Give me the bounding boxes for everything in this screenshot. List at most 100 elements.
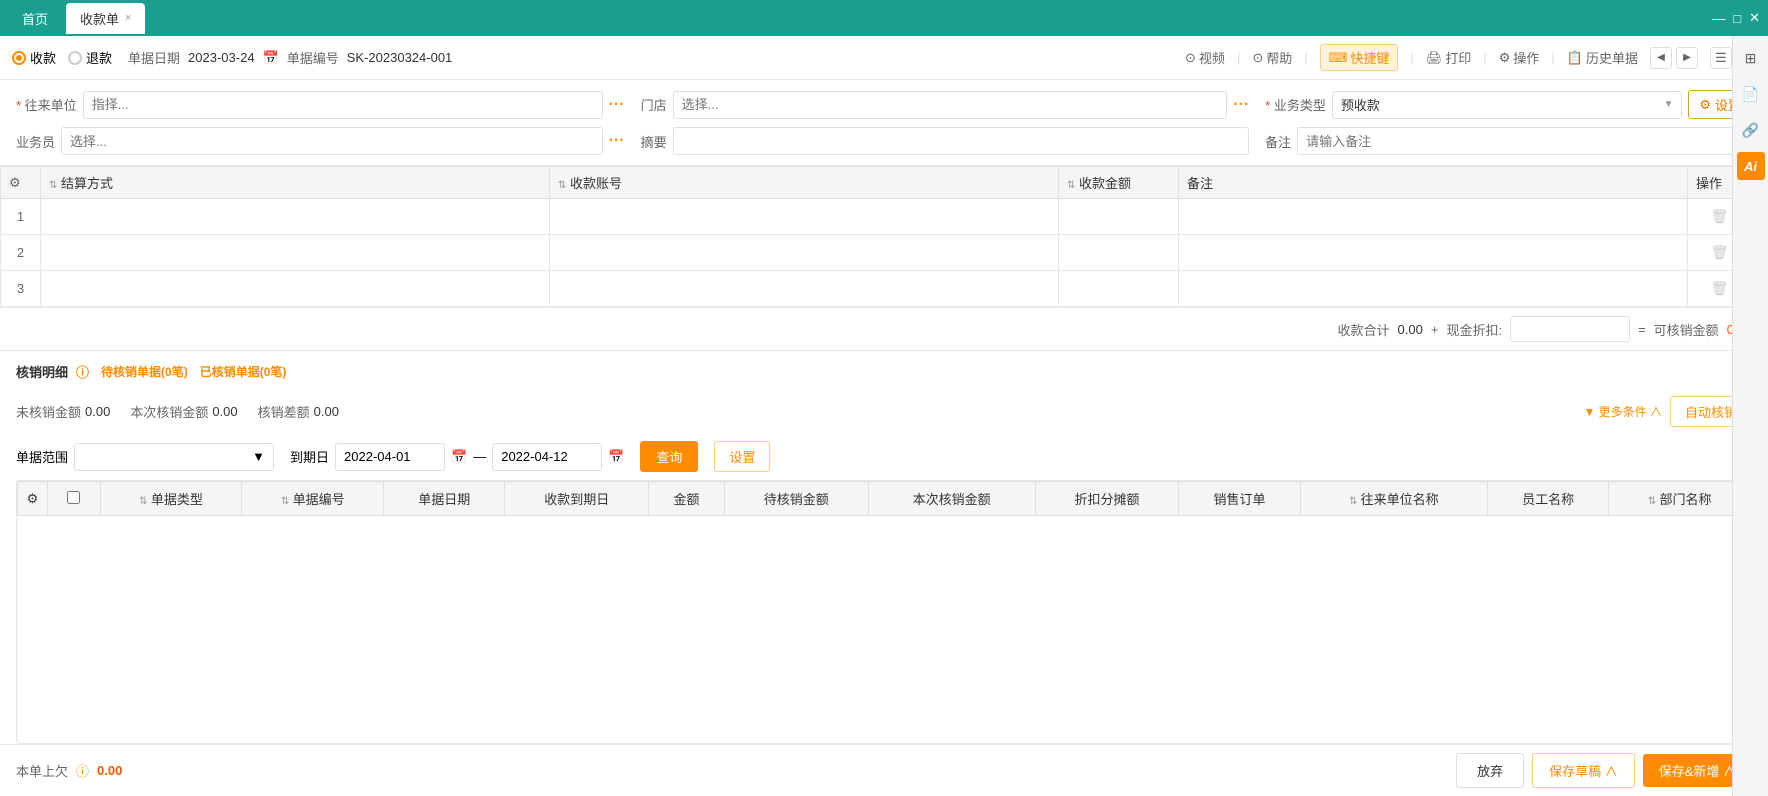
settlement-cell-2[interactable] (41, 235, 550, 271)
account-cell-2[interactable] (550, 235, 1059, 271)
sidebar-table-icon[interactable]: ⊞ (1737, 44, 1765, 72)
sidebar-cursor-icon[interactable]: Ai (1737, 152, 1765, 180)
select-all-checkbox[interactable] (67, 491, 80, 504)
note-input[interactable] (1297, 127, 1752, 155)
tab-current[interactable]: 收款单 × (66, 3, 145, 34)
settlement-input-1[interactable] (41, 199, 549, 234)
sidebar-document-icon[interactable]: 📄 (1737, 80, 1765, 108)
query-button[interactable]: 查询 (640, 441, 698, 472)
operations-btn[interactable]: ⚙ 操作 (1499, 48, 1540, 67)
sort-icon2: ⇅ (558, 180, 566, 191)
prev-arrow[interactable]: ◀ (1650, 47, 1672, 69)
account-cell-1[interactable] (550, 199, 1059, 235)
note-input-3[interactable] (1179, 271, 1687, 306)
staff-input[interactable] (61, 127, 603, 155)
table-gear-icon[interactable]: ⚙ (9, 175, 21, 190)
save-new-label: 保存&新增 ∧ (1659, 761, 1736, 780)
doc-number-header: ⇅ 单据编号 (242, 482, 384, 516)
account-input-2[interactable] (550, 235, 1058, 270)
account-input-1[interactable] (550, 199, 1058, 234)
date-to-input[interactable] (492, 443, 602, 471)
note-input-1[interactable] (1179, 199, 1687, 234)
amount-cell-3[interactable] (1059, 271, 1179, 307)
doc-date-label: 单据日期 (418, 492, 470, 507)
staff-name-header: 员工名称 (1488, 482, 1609, 516)
row-num-1: 1 (1, 199, 41, 235)
maximize-button[interactable]: □ (1733, 11, 1741, 26)
more-conditions-btn[interactable]: ▼ 更多条件 ∧ (1583, 403, 1662, 420)
store-input[interactable] (673, 91, 1228, 119)
tab-home[interactable]: 首页 (8, 3, 62, 34)
account-label: 收款账号 (570, 176, 622, 191)
amount-input-2[interactable] (1059, 235, 1178, 270)
calendar-icon[interactable]: 📅 (263, 50, 279, 66)
gear-icon-bottom[interactable]: ⚙ (27, 491, 39, 506)
list-view-btn[interactable]: ☰ (1710, 47, 1732, 69)
equal-sign: = (1638, 322, 1646, 337)
note-th-label: 备注 (1187, 176, 1213, 191)
amount-input-3[interactable] (1059, 271, 1178, 306)
form-row-1: 往来单位 ··· 门店 ··· 业务类型 预收款 ▼ ⚙ 设置 (16, 90, 1752, 119)
amount-cell-1[interactable] (1059, 199, 1179, 235)
info-icon[interactable]: ⓘ (76, 362, 89, 381)
delete-icon-2[interactable]: 🗑 (1711, 244, 1729, 261)
due-date-label: 到期日 (290, 447, 329, 466)
shortcut-btn[interactable]: ⌨ 快捷键 (1320, 44, 1399, 71)
business-type-select[interactable]: 预收款 ▼ (1332, 91, 1683, 119)
delete-icon-3[interactable]: 🗑 (1711, 280, 1729, 297)
receipt-radio-label: 收款 (30, 48, 56, 67)
history-btn[interactable]: 📋 历史单据 (1567, 48, 1638, 67)
current-value: 0.00 (212, 404, 237, 419)
print-icon: 🖨 (1426, 50, 1443, 66)
discount-input[interactable] (1510, 316, 1630, 342)
range-select[interactable]: ▼ (74, 443, 274, 471)
print-label: 打印 (1445, 48, 1471, 67)
bottom-table-container: ⚙ ⇅ 单据类型 ⇅ 单据编号 (16, 480, 1752, 744)
counterpart-input[interactable] (83, 91, 603, 119)
account-input-3[interactable] (550, 271, 1058, 306)
note-cell-2[interactable] (1179, 235, 1688, 271)
settlement-header: ⇅ 结算方式 (41, 167, 550, 199)
counterpart-more-btn[interactable]: ··· (609, 96, 625, 114)
tab-close-icon[interactable]: × (125, 12, 131, 24)
summary-input[interactable] (673, 127, 1250, 155)
minimize-button[interactable]: — (1712, 11, 1725, 26)
dept-name-label: 部门名称 (1659, 492, 1711, 507)
pending-tab[interactable]: 待核销单据(0笔) (97, 361, 192, 382)
settlement-input-3[interactable] (41, 271, 549, 306)
settlement-cell-1[interactable] (41, 199, 550, 235)
amount-input-1[interactable] (1059, 199, 1178, 234)
abandon-button[interactable]: 放弃 (1456, 753, 1524, 788)
delete-icon-1[interactable]: 🗑 (1711, 208, 1729, 225)
settlement-cell-3[interactable] (41, 271, 550, 307)
staff-more-btn[interactable]: ··· (609, 132, 625, 150)
calendar-from-icon[interactable]: 📅 (451, 449, 467, 465)
store-more-btn[interactable]: ··· (1233, 96, 1249, 114)
top-toolbar: 收款 退款 单据日期 2023-03-24 📅 单据编号 SK-20230324… (0, 36, 1768, 80)
refund-radio[interactable]: 退款 (68, 48, 112, 67)
settlement-input-2[interactable] (41, 235, 549, 270)
account-cell-3[interactable] (550, 271, 1059, 307)
filter-settings-btn[interactable]: 设置 (714, 441, 770, 472)
sidebar-link-icon[interactable]: 🔗 (1737, 116, 1765, 144)
calendar-to-icon[interactable]: 📅 (608, 449, 624, 465)
close-button[interactable]: ✕ (1749, 10, 1760, 26)
stats-row: 未核销金额 0.00 本次核销金额 0.00 核销差额 0.00 ▼ 更多条件 … (16, 390, 1752, 433)
completed-tab[interactable]: 已核销单据(0笔) (196, 361, 291, 382)
note-input-2[interactable] (1179, 235, 1687, 270)
save-draft-button[interactable]: 保存草稿 ∧ (1532, 753, 1635, 788)
note-cell-1[interactable] (1179, 199, 1688, 235)
receipt-radio[interactable]: 收款 (12, 48, 56, 67)
help-btn[interactable]: ⊙ 帮助 (1252, 48, 1292, 67)
tab-bar: 首页 收款单 × — □ ✕ (0, 0, 1768, 36)
amount-cell-2[interactable] (1059, 235, 1179, 271)
print-btn[interactable]: 🖨 打印 (1426, 48, 1472, 67)
video-btn[interactable]: ⊙ 视频 (1185, 48, 1225, 67)
this-order-label: 本单上欠 (16, 761, 68, 780)
this-order-info-icon[interactable]: ⓘ (76, 761, 89, 780)
table-row: 1 🗑 ⧉ (1, 199, 1768, 235)
date-from-input[interactable] (335, 443, 445, 471)
filter-actions: ▼ 更多条件 ∧ 自动核销 (1583, 396, 1752, 427)
note-cell-3[interactable] (1179, 271, 1688, 307)
next-arrow[interactable]: ▶ (1676, 47, 1698, 69)
